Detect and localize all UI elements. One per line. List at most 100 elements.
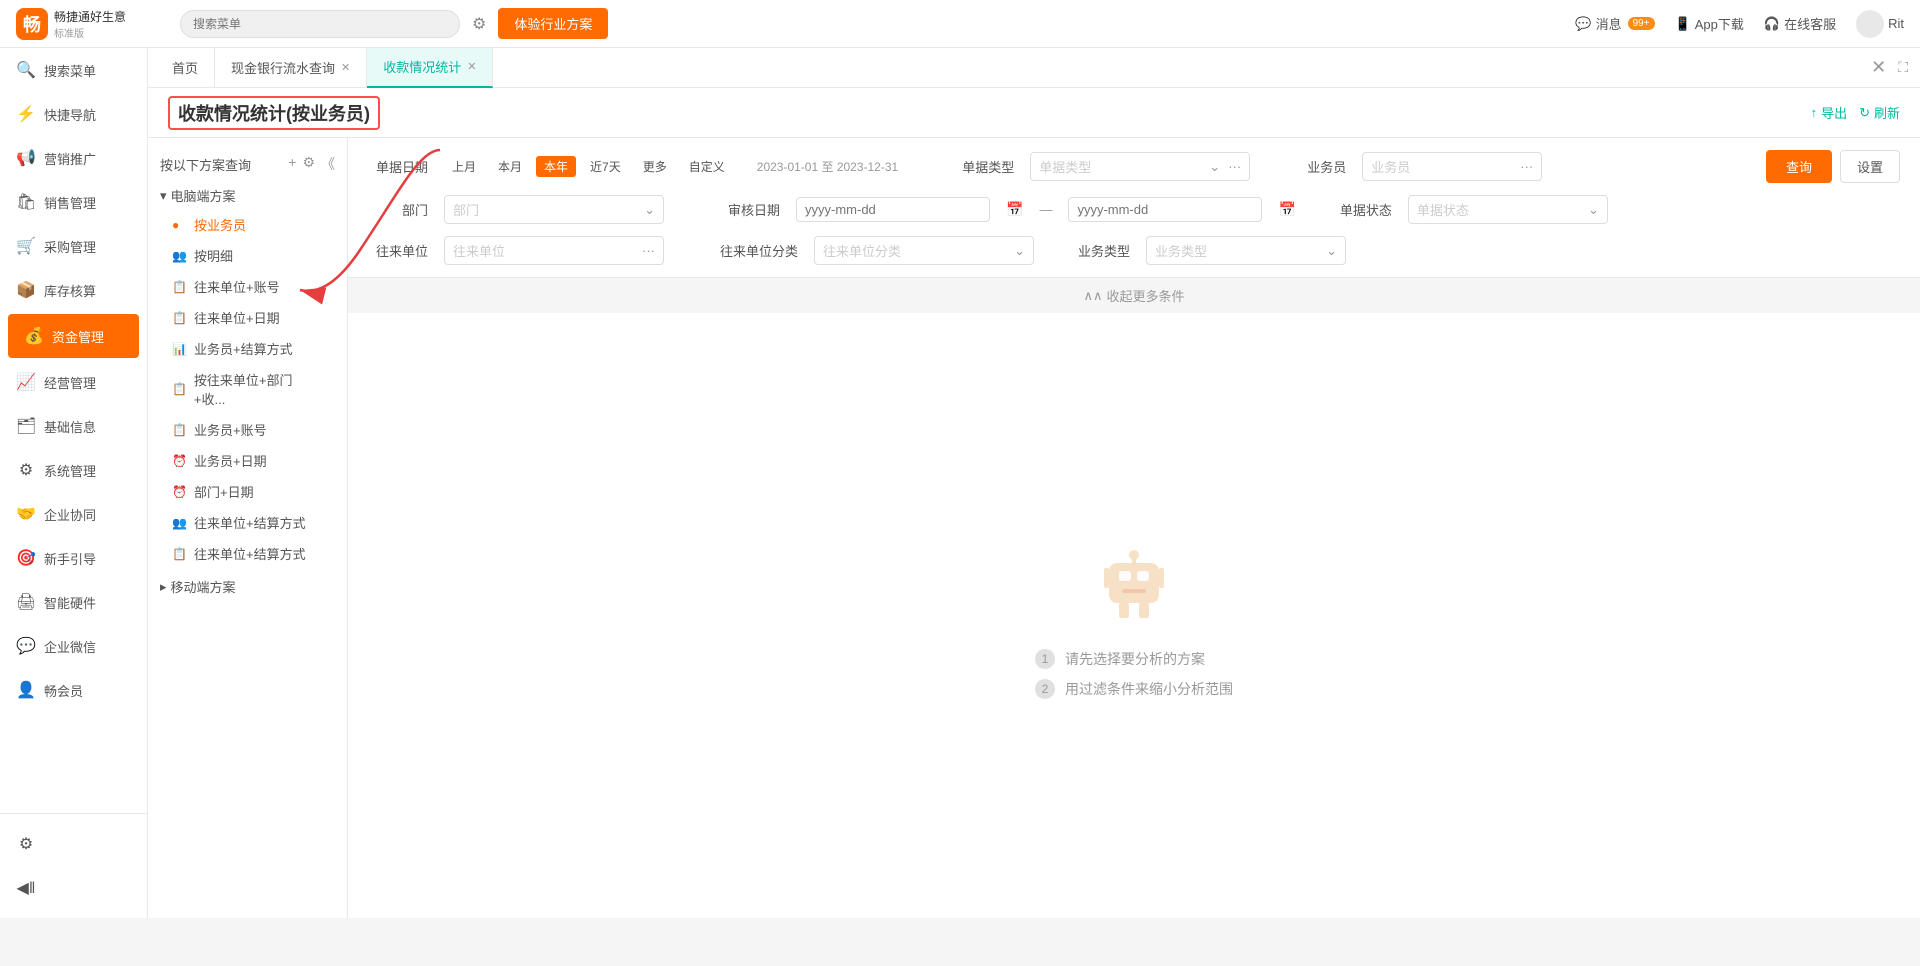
search-icon: 🔍 bbox=[16, 60, 36, 80]
filter-actions: 查询 设置 bbox=[1766, 150, 1900, 183]
pc-group-title[interactable]: ▾ 电脑端方案 bbox=[148, 182, 347, 209]
date-tab-this-year[interactable]: 本年 bbox=[536, 156, 576, 177]
layout: 🔍 搜索菜单 ⚡ 快捷导航 📢 营销推广 🛍 销售管理 🛒 采购管理 📦 库存核… bbox=[0, 48, 1920, 918]
date-tab-last-month[interactable]: 上月 bbox=[444, 156, 484, 177]
page-header: 收款情况统计(按业务员) ↑ 导出 ↻ 刷新 bbox=[148, 88, 1920, 138]
scheme-item-partner-date[interactable]: 📋 往来单位+日期 bbox=[148, 302, 347, 333]
scheme-item-partner-settle1[interactable]: 👥 往来单位+结算方式 bbox=[148, 507, 347, 538]
service-icon: 🎧 bbox=[1764, 16, 1780, 32]
sidebar-item-basic[interactable]: 🗂 基础信息 bbox=[0, 404, 147, 448]
app-download-btn[interactable]: 📱 App下载 bbox=[1675, 14, 1744, 33]
sidebar-item-member[interactable]: 👤 畅会员 bbox=[0, 668, 147, 712]
date-tab-more[interactable]: 更多 bbox=[635, 156, 675, 177]
export-icon: ↑ bbox=[1811, 105, 1818, 120]
empty-step-1: 1 请先选择要分析的方案 bbox=[1035, 649, 1233, 669]
collapse-more-btn[interactable]: ∧∧ 收起更多条件 bbox=[348, 278, 1920, 313]
sidebar-item-finance[interactable]: 💰 资金管理 bbox=[8, 314, 139, 358]
refresh-btn[interactable]: ↻ 刷新 bbox=[1859, 103, 1900, 122]
query-btn[interactable]: 查询 bbox=[1766, 150, 1832, 183]
tab-home[interactable]: 首页 bbox=[156, 48, 215, 88]
close-all-tabs[interactable]: ✕ bbox=[1863, 57, 1894, 78]
online-service-btn[interactable]: 🎧 在线客服 bbox=[1764, 14, 1836, 33]
partner-value: 往来单位 bbox=[453, 241, 505, 260]
scheme-settings-icon[interactable]: ⚙ bbox=[302, 154, 315, 174]
salesman-scheme-icon: ● bbox=[172, 218, 188, 232]
member-icon: 👤 bbox=[16, 680, 36, 700]
step-2-text: 用过滤条件来缩小分析范围 bbox=[1065, 679, 1233, 699]
date-tab-this-month[interactable]: 本月 bbox=[490, 156, 530, 177]
scheme-item-partner-account[interactable]: 📋 往来单位+账号 bbox=[148, 271, 347, 302]
sidebar-item-sales[interactable]: 🛍 销售管理 bbox=[0, 180, 147, 224]
partner-select[interactable]: 往来单位 ··· bbox=[444, 236, 664, 265]
filter-row-1: 单据日期 上月 本月 本年 近7天 更多 自定义 2023-01-01 至 20… bbox=[368, 150, 1900, 183]
tab-bank-flow[interactable]: 现金银行流水查询 ✕ bbox=[215, 48, 367, 88]
dept-select[interactable]: 部门 ⌄ bbox=[444, 195, 664, 224]
partner-category-value: 往来单位分类 bbox=[823, 241, 901, 260]
date-tabs: 上月 本月 本年 近7天 更多 自定义 bbox=[444, 156, 733, 177]
scheme-item-dept-date[interactable]: ⏰ 部门+日期 bbox=[148, 476, 347, 507]
review-date-end[interactable] bbox=[1068, 197, 1262, 222]
settings-btn[interactable]: 设置 bbox=[1840, 150, 1900, 183]
sidebar-item-collab[interactable]: 🤝 企业协同 bbox=[0, 492, 147, 536]
partner-category-select[interactable]: 往来单位分类 ⌄ bbox=[814, 236, 1034, 265]
date-range-text: 2023-01-01 至 2023-12-31 bbox=[757, 158, 898, 175]
partner-date-icon: 📋 bbox=[172, 311, 188, 325]
date-tab-7days[interactable]: 近7天 bbox=[582, 156, 629, 177]
voucher-type-select[interactable]: 单据类型 ⌄ ··· bbox=[1030, 152, 1250, 181]
nav-icon: ⚡ bbox=[16, 104, 36, 124]
calendar-start-icon[interactable]: 📅 bbox=[1006, 201, 1023, 218]
tab-expand[interactable]: ⛶ bbox=[1894, 59, 1912, 76]
logo-edition: 标准版 bbox=[54, 25, 126, 40]
review-date-label: 审核日期 bbox=[720, 200, 780, 219]
date-tab-custom[interactable]: 自定义 bbox=[681, 156, 733, 177]
sidebar-item-wechat[interactable]: 💬 企业微信 bbox=[0, 624, 147, 668]
user-area[interactable]: Rit bbox=[1856, 10, 1904, 38]
empty-step-2: 2 用过滤条件来缩小分析范围 bbox=[1035, 679, 1233, 699]
sidebar-item-nav[interactable]: ⚡ 快捷导航 bbox=[0, 92, 147, 136]
sidebar-item-marketing[interactable]: 📢 营销推广 bbox=[0, 136, 147, 180]
scheme-item-salesman-settle[interactable]: 📊 业务员+结算方式 bbox=[148, 333, 347, 364]
biz-type-select[interactable]: 业务类型 ⌄ bbox=[1146, 236, 1346, 265]
sidebar-item-hardware[interactable]: 🖨 智能硬件 bbox=[0, 580, 147, 624]
sidebar-item-guide[interactable]: 🎯 新手引导 bbox=[0, 536, 147, 580]
message-btn[interactable]: 💬 消息 99+ bbox=[1575, 14, 1654, 33]
scheme-item-partner-dept[interactable]: 📋 按往来单位+部门+收... bbox=[148, 364, 347, 414]
scheme-item-detail[interactable]: 👥 按明细 bbox=[148, 240, 347, 271]
logo-text: 畅捷通好生意 bbox=[54, 8, 126, 25]
salesman-account-icon: 📋 bbox=[172, 423, 188, 437]
scheme-item-salesman-account[interactable]: 📋 业务员+账号 bbox=[148, 414, 347, 445]
tab-collection[interactable]: 收款情况统计 ✕ bbox=[367, 48, 493, 88]
page-actions: ↑ 导出 ↻ 刷新 bbox=[1811, 103, 1900, 122]
pc-group-arrow: ▾ bbox=[160, 188, 167, 204]
voucher-status-select[interactable]: 单据状态 ⌄ bbox=[1408, 195, 1608, 224]
export-btn[interactable]: ↑ 导出 bbox=[1811, 103, 1848, 122]
sidebar-item-purchase[interactable]: 🛒 采购管理 bbox=[0, 224, 147, 268]
scheme-item-salesman-date[interactable]: ⏰ 业务员+日期 bbox=[148, 445, 347, 476]
sidebar-item-inventory[interactable]: 📦 库存核算 bbox=[0, 268, 147, 312]
scheme-item-partner-settle2[interactable]: 📋 往来单位+结算方式 bbox=[148, 538, 347, 569]
add-scheme-icon[interactable]: + bbox=[288, 154, 296, 174]
settings-icon[interactable]: ⚙ bbox=[472, 14, 486, 34]
review-date-start[interactable] bbox=[796, 197, 990, 222]
sidebar-item-system[interactable]: ⚙ 系统管理 bbox=[0, 448, 147, 492]
scheme-item-salesman[interactable]: ● 按业务员 bbox=[148, 209, 347, 240]
search-input[interactable] bbox=[180, 10, 460, 38]
tab-close-bank[interactable]: ✕ bbox=[341, 61, 350, 74]
wechat-icon: 💬 bbox=[16, 636, 36, 656]
avatar bbox=[1856, 10, 1884, 38]
sidebar-item-collapse[interactable]: ◀‖ bbox=[0, 866, 147, 910]
partner-more[interactable]: ··· bbox=[642, 243, 655, 258]
scheme-collapse-icon[interactable]: 《 bbox=[321, 154, 335, 174]
partner-dept-icon: 📋 bbox=[172, 382, 188, 396]
salesman-select[interactable]: 业务员 ··· bbox=[1362, 152, 1542, 181]
calendar-end-icon[interactable]: 📅 bbox=[1278, 201, 1295, 218]
sidebar-item-operations[interactable]: 📈 经营管理 bbox=[0, 360, 147, 404]
tab-close-collection[interactable]: ✕ bbox=[467, 60, 476, 73]
try-btn[interactable]: 体验行业方案 bbox=[498, 8, 608, 39]
more-icon[interactable]: ··· bbox=[1228, 159, 1241, 174]
biz-type-value: 业务类型 bbox=[1155, 241, 1207, 260]
sidebar-item-settings[interactable]: ⚙ bbox=[0, 822, 147, 866]
sidebar-item-search[interactable]: 🔍 搜索菜单 bbox=[0, 48, 147, 92]
detail-icon: 👥 bbox=[172, 249, 188, 263]
mobile-group-title[interactable]: ▸ 移动端方案 bbox=[148, 573, 347, 600]
